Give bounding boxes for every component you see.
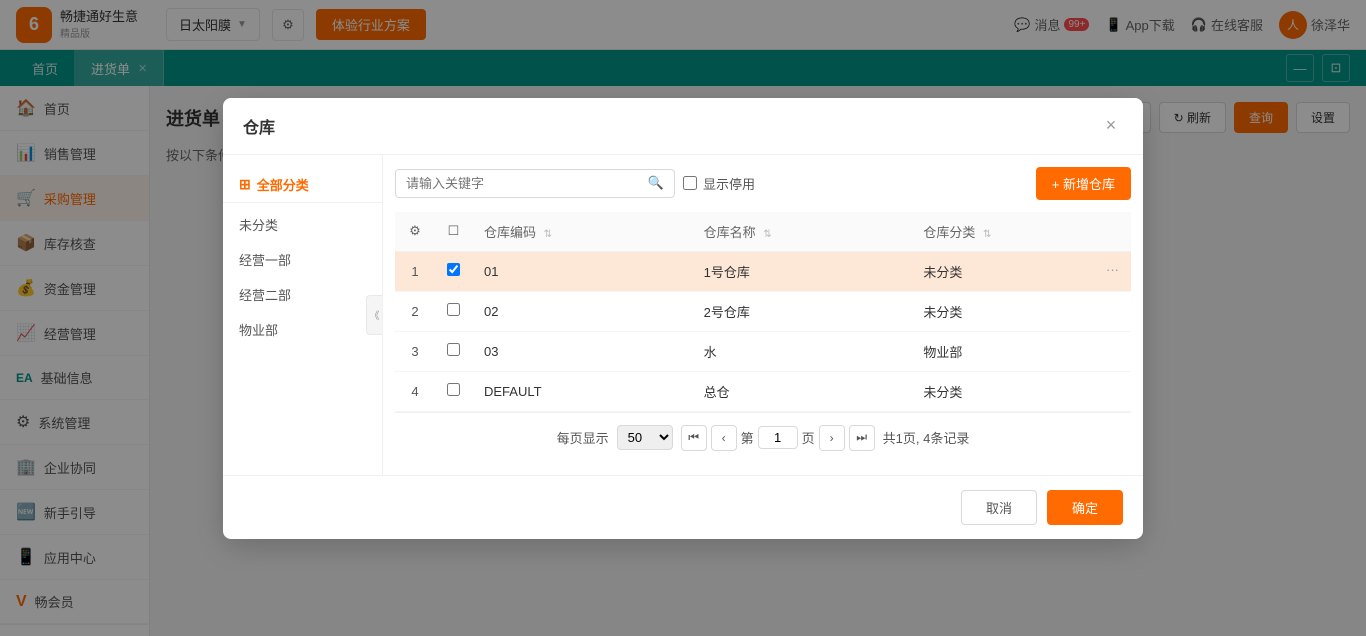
sort-code-icon: ⇅	[544, 229, 552, 240]
search-input[interactable]	[396, 170, 638, 197]
page-label: 页	[802, 428, 815, 447]
cancel-btn[interactable]: 取消	[961, 490, 1037, 525]
table-panel: 🔍 显示停用 + 新增仓库 ⚙ ☐ 仓库编码 ⇅ 仓库名称 ⇅	[383, 155, 1143, 475]
table-toolbar: 🔍 显示停用 + 新增仓库	[395, 167, 1131, 200]
col-checkbox: ☐	[435, 212, 472, 252]
dialog-footer: 取消 确定	[223, 475, 1143, 539]
row-category: 未分类 ···	[911, 251, 1131, 291]
row-code: DEFAULT	[472, 371, 692, 411]
page-size-select[interactable]: 50 10 20 100	[617, 425, 673, 450]
grid-icon: ⊞	[239, 176, 251, 193]
table-row[interactable]: 1 01 1号仓库 未分类 ···	[395, 251, 1131, 291]
add-warehouse-btn[interactable]: + 新增仓库	[1036, 167, 1131, 200]
dialog-close-btn[interactable]: ×	[1099, 114, 1123, 138]
row-code: 01	[472, 251, 692, 291]
row-checkbox-cell[interactable]	[435, 331, 472, 371]
pagination: 每页显示 50 10 20 100 ⏮ ‹ 第 页 › ⏭	[395, 412, 1131, 463]
table-row[interactable]: 2 02 2号仓库 未分类	[395, 291, 1131, 331]
category-panel: ⊞ 全部分类 未分类 经营一部 经营二部 物业部 《	[223, 155, 383, 475]
col-code: 仓库编码 ⇅	[472, 212, 692, 252]
row-check-input[interactable]	[447, 263, 460, 276]
category-item-property[interactable]: 物业部	[223, 312, 382, 347]
pagination-summary: 共1页, 4条记录	[883, 428, 970, 447]
col-category: 仓库分类 ⇅	[911, 212, 1131, 252]
row-checkbox-cell[interactable]	[435, 371, 472, 411]
row-checkbox-cell[interactable]	[435, 291, 472, 331]
row-name: 2号仓库	[692, 291, 912, 331]
modal-overlay: 仓库 × ⊞ 全部分类 未分类 经营一部 经营二部 物业部 《	[0, 0, 1366, 636]
row-check-input[interactable]	[447, 303, 460, 316]
sort-name-icon: ⇅	[763, 229, 771, 240]
search-icon[interactable]: 🔍	[638, 175, 674, 191]
category-item-dept1[interactable]: 经营一部	[223, 242, 382, 277]
row-check-input[interactable]	[447, 343, 460, 356]
row-name: 水	[692, 331, 912, 371]
page-prev-btn[interactable]: ‹	[711, 425, 737, 451]
page-last-btn[interactable]: ⏭	[849, 425, 875, 451]
row-category: 未分类	[911, 291, 1131, 331]
warehouse-table: ⚙ ☐ 仓库编码 ⇅ 仓库名称 ⇅ 仓库分类 ⇅ 1 01 1号仓库 未分类 ·…	[395, 212, 1131, 412]
category-collapse-btn[interactable]: 《	[366, 295, 382, 335]
row-code: 02	[472, 291, 692, 331]
dialog-body: ⊞ 全部分类 未分类 经营一部 经营二部 物业部 《 🔍	[223, 155, 1143, 475]
page-size-label: 每页显示	[557, 428, 609, 447]
row-index: 4	[395, 371, 435, 411]
category-item-dept2[interactable]: 经营二部	[223, 277, 382, 312]
table-row[interactable]: 4 DEFAULT 总仓 未分类	[395, 371, 1131, 411]
row-checkbox-cell[interactable]	[435, 251, 472, 291]
dialog-title: 仓库	[243, 114, 275, 138]
col-name: 仓库名称 ⇅	[692, 212, 912, 252]
page-first-btn[interactable]: ⏮	[681, 425, 707, 451]
table-row[interactable]: 3 03 水 物业部	[395, 331, 1131, 371]
col-gear: ⚙	[395, 212, 435, 252]
row-name: 总仓	[692, 371, 912, 411]
row-check-input[interactable]	[447, 383, 460, 396]
row-index: 3	[395, 331, 435, 371]
row-category: 物业部	[911, 331, 1131, 371]
dialog-header: 仓库 ×	[223, 98, 1143, 155]
warehouse-dialog: 仓库 × ⊞ 全部分类 未分类 经营一部 经营二部 物业部 《	[223, 98, 1143, 539]
table-header-row: ⚙ ☐ 仓库编码 ⇅ 仓库名称 ⇅ 仓库分类 ⇅	[395, 212, 1131, 252]
page-nav: ⏮ ‹ 第 页 › ⏭	[681, 425, 875, 451]
category-item-uncategorized[interactable]: 未分类	[223, 207, 382, 242]
show-disabled-text: 显示停用	[703, 174, 755, 193]
row-code: 03	[472, 331, 692, 371]
show-disabled-label: 显示停用	[683, 174, 755, 193]
sort-category-icon: ⇅	[983, 229, 991, 240]
confirm-btn[interactable]: 确定	[1047, 490, 1123, 525]
row-name: 1号仓库	[692, 251, 912, 291]
row-more-icon[interactable]: ···	[1106, 262, 1119, 277]
show-disabled-checkbox[interactable]	[683, 176, 697, 190]
row-index: 1	[395, 251, 435, 291]
search-box: 🔍	[395, 169, 675, 198]
row-index: 2	[395, 291, 435, 331]
row-category: 未分类	[911, 371, 1131, 411]
category-header-label: 全部分类	[257, 175, 309, 194]
category-header[interactable]: ⊞ 全部分类	[223, 167, 382, 203]
current-page-input[interactable]	[758, 426, 798, 449]
page-label-pre: 第	[741, 428, 754, 447]
page-next-btn[interactable]: ›	[819, 425, 845, 451]
